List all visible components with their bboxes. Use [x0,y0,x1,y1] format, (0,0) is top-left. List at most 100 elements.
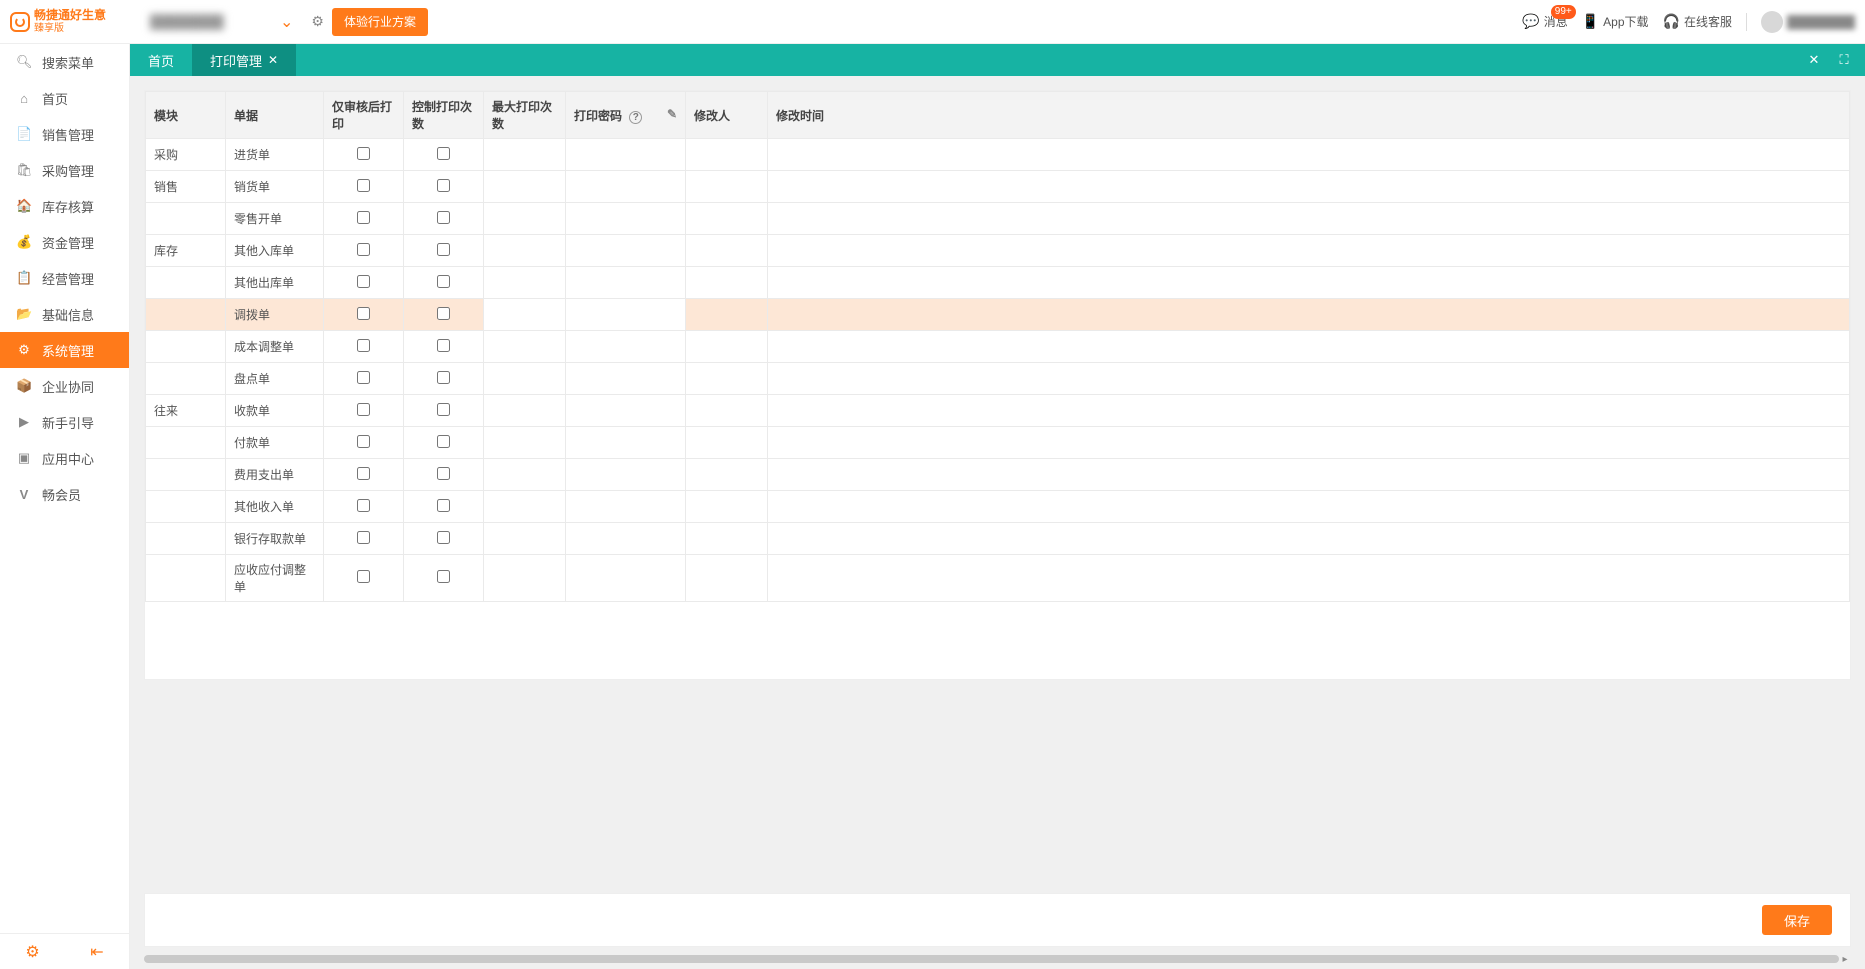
cell-pwd[interactable] [566,395,686,427]
cell-max[interactable] [484,331,566,363]
audit-checkbox[interactable] [357,435,370,448]
edit-icon[interactable]: ✎ [667,107,677,121]
th-modtime: 修改时间 [768,92,1850,139]
cell-pwd[interactable] [566,427,686,459]
audit-checkbox[interactable] [357,147,370,160]
limit-checkbox[interactable] [437,243,450,256]
tenant-switcher[interactable]: ████████ ⌄ ⚙ [150,12,332,32]
cell-max[interactable] [484,203,566,235]
cell-pwd[interactable] [566,203,686,235]
sidebar-item-search[interactable]: 搜索菜单 [0,44,129,80]
limit-checkbox[interactable] [437,570,450,583]
limit-checkbox[interactable] [437,467,450,480]
limit-checkbox[interactable] [437,339,450,352]
topbar-service[interactable]: 在线客服 [1663,13,1732,30]
cell-pwd[interactable] [566,555,686,602]
audit-checkbox[interactable] [357,243,370,256]
system-icon [16,342,32,358]
audit-checkbox[interactable] [357,339,370,352]
sidebar-item-guide[interactable]: 新手引导 [0,404,129,440]
cell-max[interactable] [484,395,566,427]
audit-checkbox[interactable] [357,531,370,544]
limit-checkbox[interactable] [437,147,450,160]
cell-max[interactable] [484,299,566,331]
topbar-messages[interactable]: 消息 99+ [1522,13,1567,30]
sidebar-item-report[interactable]: 经营管理 [0,260,129,296]
audit-checkbox[interactable] [357,211,370,224]
brand-logo[interactable]: 畅捷通好生意 臻享版 [10,9,140,34]
cell-max[interactable] [484,139,566,171]
cell-pwd[interactable] [566,459,686,491]
topbar-user[interactable]: ████████ [1761,11,1855,33]
cell-pwd[interactable] [566,139,686,171]
cell-pwd[interactable] [566,235,686,267]
limit-checkbox[interactable] [437,531,450,544]
cell-max[interactable] [484,363,566,395]
audit-checkbox[interactable] [357,499,370,512]
settings-icon[interactable]: ⚙ [25,942,39,962]
cell-limit [404,139,484,171]
cell-max[interactable] [484,555,566,602]
limit-checkbox[interactable] [437,403,450,416]
sidebar-item-vip[interactable]: 畅会员 [0,476,129,512]
gear-icon[interactable]: ⚙ [311,13,324,30]
limit-checkbox[interactable] [437,371,450,384]
sidebar-item-fund[interactable]: 资金管理 [0,224,129,260]
topbar-download[interactable]: App下载 [1582,13,1649,30]
cell-modifier [686,139,768,171]
sidebar-item-system[interactable]: 系统管理 [0,332,129,368]
cell-pwd[interactable] [566,363,686,395]
audit-checkbox[interactable] [357,403,370,416]
close-all-tabs-icon[interactable]: ✕ [1803,49,1825,71]
audit-checkbox[interactable] [357,307,370,320]
industry-cta-button[interactable]: 体验行业方案 [332,8,428,36]
sidebar-item-coop[interactable]: 企业协同 [0,368,129,404]
limit-checkbox[interactable] [437,211,450,224]
cell-doc: 盘点单 [226,363,324,395]
cell-max[interactable] [484,235,566,267]
sidebar-item-stock[interactable]: 库存核算 [0,188,129,224]
print-settings-panel: 模块 单据 仅审核后打印 控制打印次数 最大打印次数 打印密码 ? ✎ 修改人 [144,90,1851,680]
limit-checkbox[interactable] [437,275,450,288]
th-module: 模块 [146,92,226,139]
cell-pwd[interactable] [566,523,686,555]
sidebar-item-apps[interactable]: 应用中心 [0,440,129,476]
save-button[interactable]: 保存 [1762,905,1832,935]
scroll-right-icon[interactable]: ▸ [1839,953,1851,965]
cell-max[interactable] [484,171,566,203]
horizontal-scrollbar[interactable]: ▸ [144,953,1851,965]
audit-checkbox[interactable] [357,570,370,583]
collapse-icon[interactable]: ⇤ [90,942,103,962]
sidebar-item-sales[interactable]: 销售管理 [0,116,129,152]
audit-checkbox[interactable] [357,275,370,288]
limit-checkbox[interactable] [437,435,450,448]
sidebar-item-purchase[interactable]: 采购管理 [0,152,129,188]
cell-audit [324,171,404,203]
audit-checkbox[interactable] [357,179,370,192]
tab-home[interactable]: 首页 [130,44,192,76]
limit-checkbox[interactable] [437,499,450,512]
sidebar-item-base[interactable]: 基础信息 [0,296,129,332]
cell-pwd[interactable] [566,299,686,331]
cell-audit [324,299,404,331]
fullscreen-icon[interactable]: ⛶ [1833,49,1855,71]
close-icon[interactable]: ✕ [268,53,278,67]
cell-pwd[interactable] [566,331,686,363]
audit-checkbox[interactable] [357,371,370,384]
tab-print-manage[interactable]: 打印管理 ✕ [192,44,296,76]
sidebar-item-home[interactable]: 首页 [0,80,129,116]
audit-checkbox[interactable] [357,467,370,480]
cell-max[interactable] [484,427,566,459]
limit-checkbox[interactable] [437,307,450,320]
cell-max[interactable] [484,523,566,555]
cell-pwd[interactable] [566,171,686,203]
cell-max[interactable] [484,267,566,299]
limit-checkbox[interactable] [437,179,450,192]
scroll-thumb[interactable] [144,955,1839,963]
table-row: 其他出库单 [146,267,1850,299]
cell-max[interactable] [484,491,566,523]
cell-max[interactable] [484,459,566,491]
cell-pwd[interactable] [566,491,686,523]
cell-pwd[interactable] [566,267,686,299]
help-icon[interactable]: ? [629,111,642,124]
